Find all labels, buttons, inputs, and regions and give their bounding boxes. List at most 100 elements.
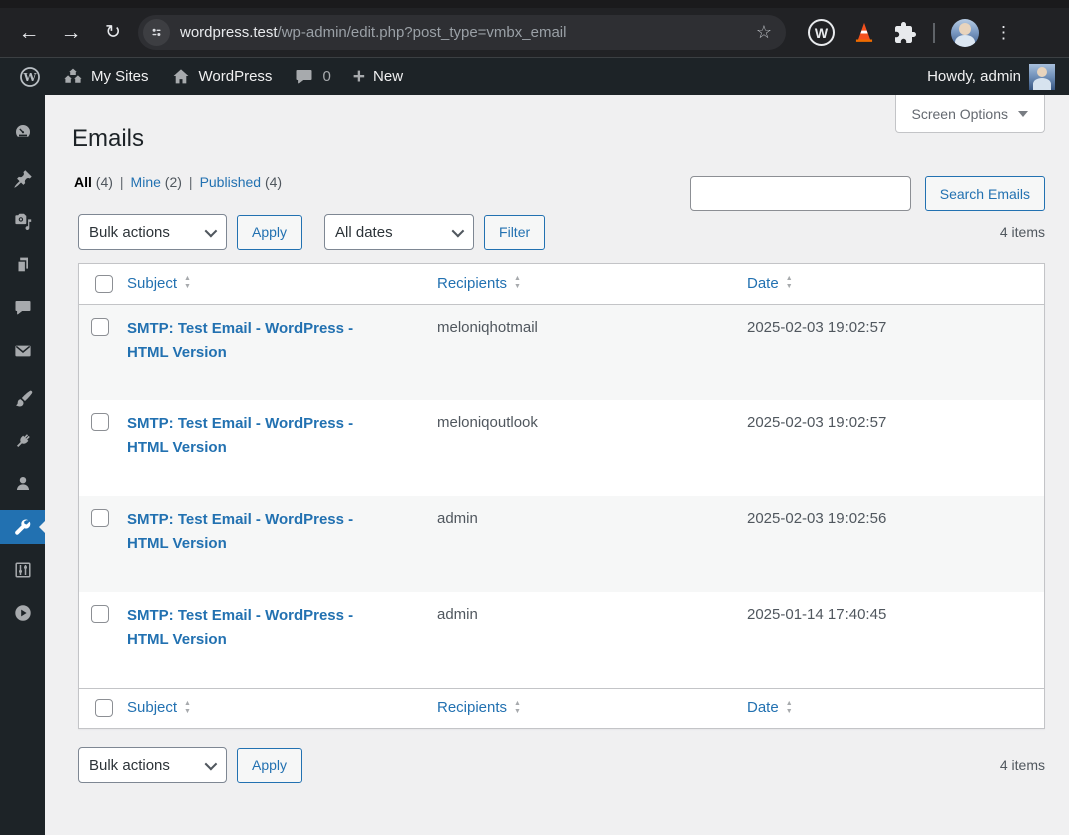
screen-options-tab[interactable]: Screen Options	[894, 95, 1045, 133]
email-date: 2025-01-14 17:40:45	[747, 606, 887, 623]
site-settings-button[interactable]	[143, 19, 170, 46]
row-checkbox[interactable]	[91, 509, 109, 528]
email-recipients: meloniqhotmail	[437, 318, 538, 336]
address-bar[interactable]: wordpress.test/wp-admin/edit.php?post_ty…	[138, 15, 786, 50]
media-icon	[14, 213, 31, 230]
select-all-checkbox[interactable]	[95, 699, 113, 718]
sort-icons	[786, 276, 793, 290]
view-published-link[interactable]: Published	[200, 174, 262, 190]
sort-icons	[514, 701, 521, 715]
sidebar-item-video[interactable]	[0, 596, 45, 630]
dashboard-icon	[15, 125, 30, 137]
email-date: 2025-02-03 19:02:56	[747, 510, 887, 527]
bulk-actions-select[interactable]: Bulk actions	[78, 214, 227, 250]
email-subject-link[interactable]: SMTP: Test Email - WordPress - HTML Vers…	[127, 317, 387, 365]
select-all-checkbox[interactable]	[95, 274, 113, 293]
w-extension-icon[interactable]: W	[808, 19, 835, 46]
forward-button[interactable]: →	[54, 16, 88, 50]
comments-icon	[15, 301, 30, 315]
search-emails-button[interactable]: Search Emails	[924, 176, 1045, 211]
user-icon	[16, 477, 29, 490]
tablenav-bottom: Bulk actions Apply 4 items	[78, 747, 1045, 783]
email-subject-link[interactable]: SMTP: Test Email - WordPress - HTML Vers…	[127, 412, 387, 460]
sidebar-item-tools-active[interactable]	[0, 510, 45, 544]
bulk-actions-select-bottom[interactable]: Bulk actions	[78, 747, 227, 783]
email-recipients: admin	[437, 606, 478, 623]
chevron-down-icon	[1018, 110, 1028, 117]
table-row: SMTP: Test Email - WordPress - HTML Vers…	[79, 496, 1044, 592]
home-icon	[171, 67, 191, 87]
sort-desc-icon	[514, 709, 521, 715]
my-sites-menu[interactable]: My Sites	[52, 58, 160, 95]
sidebar-item-appearance[interactable]	[0, 381, 45, 415]
sort-subject-link[interactable]: Subject	[127, 275, 191, 292]
email-subject-link[interactable]: SMTP: Test Email - WordPress - HTML Vers…	[127, 508, 387, 556]
url-text[interactable]: wordpress.test/wp-admin/edit.php?post_ty…	[180, 24, 754, 41]
search-input[interactable]	[689, 176, 911, 211]
browser-menu-kebab-icon[interactable]: ⋮	[995, 23, 1012, 43]
admin-sidebar	[0, 95, 45, 835]
browser-profile-avatar[interactable]	[951, 18, 979, 47]
sidebar-item-settings[interactable]	[0, 553, 45, 587]
email-subject-link[interactable]: SMTP: Test Email - WordPress - HTML Vers…	[127, 604, 387, 652]
sort-date-link[interactable]: Date	[747, 699, 793, 716]
reload-button[interactable]: ↻	[96, 16, 130, 50]
comments-menu[interactable]: 0	[283, 58, 341, 95]
sidebar-item-posts[interactable]	[0, 162, 45, 196]
chevron-down-icon	[204, 757, 218, 771]
extensions-puzzle-icon[interactable]	[893, 21, 917, 45]
multisite-houses-icon	[63, 67, 83, 87]
sort-subject-link[interactable]: Subject	[127, 699, 191, 716]
sort-recipients-link[interactable]: Recipients	[437, 275, 521, 292]
admin-avatar	[1029, 63, 1055, 90]
bookmark-star-icon[interactable]: ☆	[754, 22, 774, 43]
sort-icons	[184, 701, 191, 715]
sidebar-item-plugins[interactable]	[0, 424, 45, 458]
filter-button[interactable]: Filter	[484, 214, 546, 250]
view-mine-count: (2)	[164, 174, 182, 190]
sidebar-item-users[interactable]	[0, 467, 45, 501]
tune-icon	[152, 28, 161, 37]
svg-text:W: W	[23, 70, 38, 84]
view-published-count: (4)	[264, 174, 283, 190]
row-checkbox[interactable]	[91, 605, 109, 624]
paintbrush-icon	[15, 390, 32, 407]
comments-count: 0	[322, 68, 331, 85]
sort-asc-icon	[514, 276, 521, 282]
back-button[interactable]: ←	[12, 16, 46, 50]
apply-button-bottom[interactable]: Apply	[237, 747, 303, 783]
sort-icons	[184, 276, 191, 290]
wp-logo-menu[interactable]: W	[8, 58, 52, 95]
sort-desc-icon	[184, 709, 191, 715]
sidebar-item-pages[interactable]	[0, 248, 45, 282]
row-checkbox[interactable]	[91, 413, 109, 432]
howdy-label: Howdy, admin	[927, 68, 1021, 85]
cone-extension-icon[interactable]	[851, 20, 877, 46]
my-sites-label: My Sites	[91, 68, 149, 85]
items-count-bottom: 4 items	[999, 757, 1045, 773]
sort-recipients-link[interactable]: Recipients	[437, 699, 521, 716]
sidebar-item-emails[interactable]	[0, 334, 45, 368]
new-content-menu[interactable]: + New	[342, 58, 414, 95]
pages-icon	[16, 257, 28, 273]
sort-date-link[interactable]: Date	[747, 275, 793, 292]
screen-options-label: Screen Options	[911, 105, 1009, 122]
date-filter-select[interactable]: All dates	[324, 214, 475, 250]
my-account-menu[interactable]: Howdy, admin	[927, 63, 1057, 90]
toolbar-divider	[933, 22, 935, 43]
sidebar-item-dashboard[interactable]	[0, 115, 45, 149]
views-separator: |	[119, 174, 124, 190]
envelope-icon	[14, 345, 31, 357]
row-checkbox[interactable]	[91, 317, 109, 336]
site-menu[interactable]: WordPress	[160, 58, 284, 95]
view-all-link[interactable]: All (4)	[74, 174, 113, 190]
new-label: New	[373, 68, 404, 85]
sidebar-item-comments[interactable]	[0, 291, 45, 325]
view-mine-link[interactable]: Mine	[131, 174, 161, 190]
email-date: 2025-02-03 19:02:57	[747, 414, 887, 431]
chevron-down-icon	[204, 224, 218, 238]
sort-asc-icon	[184, 276, 191, 282]
apply-button[interactable]: Apply	[237, 214, 303, 250]
sidebar-item-media[interactable]	[0, 205, 45, 239]
email-date: 2025-02-03 19:02:57	[747, 318, 887, 336]
